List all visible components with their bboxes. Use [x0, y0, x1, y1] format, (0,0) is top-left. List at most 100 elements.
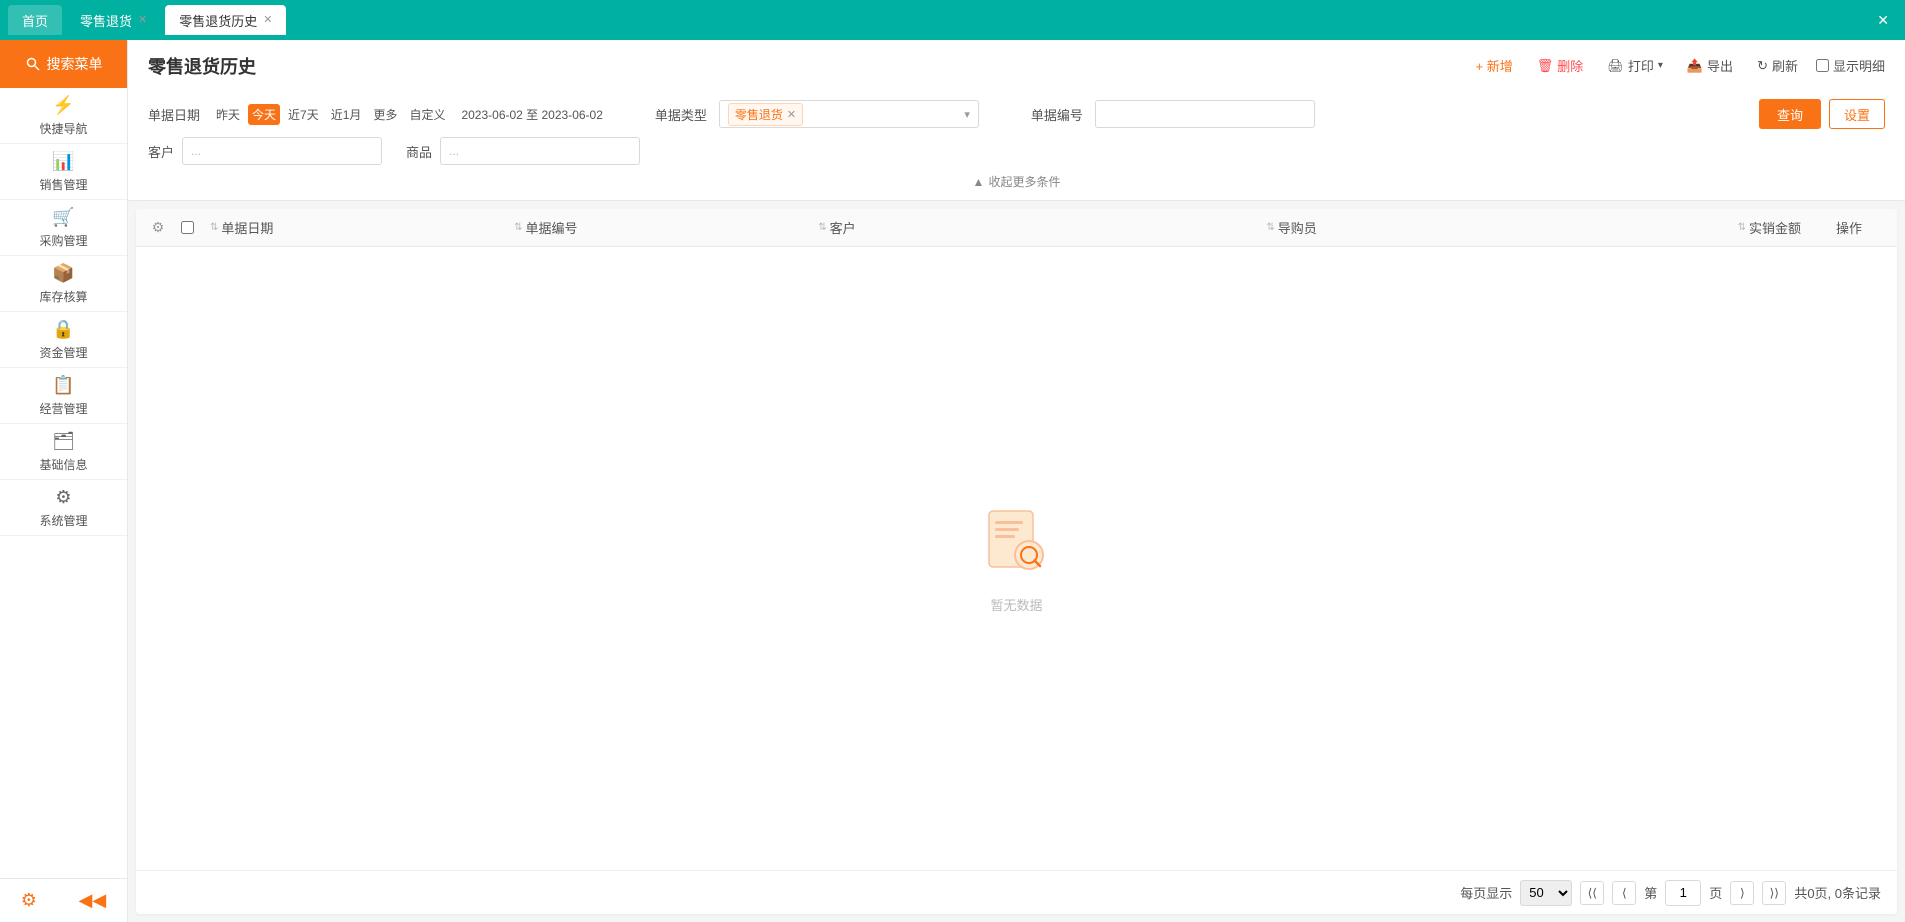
- show-detail-input[interactable]: [1816, 59, 1829, 72]
- col-header-amount[interactable]: ⇅ 实销金额: [1563, 218, 1809, 237]
- page-header-top: 零售退货历史 + 新增 🗑 删除 🖨 打印 ▾ 📤: [148, 52, 1885, 79]
- sidebar-item-operations[interactable]: 📋 经营管理: [0, 368, 127, 424]
- col-docno-sort-icon: ⇅: [514, 222, 522, 233]
- sidebar-item-basic-info[interactable]: 🗂 基础信息: [0, 424, 127, 480]
- empty-state-icon: [977, 503, 1057, 583]
- empty-state: 暂无数据: [136, 247, 1897, 870]
- doc-type-dropdown-icon: ▾: [964, 108, 970, 121]
- col-header-doc-no[interactable]: ⇅ 单据编号: [506, 218, 810, 237]
- quick-nav-icon: ⚡: [52, 95, 74, 116]
- show-detail-checkbox[interactable]: 显示明细: [1816, 56, 1885, 75]
- select-all-input[interactable]: [181, 221, 194, 234]
- sidebar-search-label: 搜索菜单: [47, 54, 103, 74]
- delete-button[interactable]: 🗑 删除: [1531, 52, 1590, 79]
- date-btn-more[interactable]: 更多: [369, 104, 401, 125]
- sidebar-item-finance-label: 资金管理: [39, 344, 87, 361]
- inventory-icon: 📦: [52, 263, 74, 284]
- tab-retail-return[interactable]: 零售退货 ✕: [66, 5, 161, 35]
- col-header-customer[interactable]: ⇅ 客户: [810, 218, 1258, 237]
- date-btn-7days[interactable]: 近7天: [284, 104, 323, 125]
- sidebar-settings-btn[interactable]: ⚙: [21, 890, 37, 911]
- next-page-button[interactable]: ⟩: [1730, 881, 1754, 905]
- header-actions: + 新增 🗑 删除 🖨 打印 ▾ 📤 导出: [1470, 52, 1885, 79]
- sidebar-item-system[interactable]: ⚙ 系统管理: [0, 480, 127, 536]
- customer-input[interactable]: ...: [182, 137, 382, 165]
- sidebar-item-inventory-label: 库存核算: [39, 288, 87, 305]
- print-button[interactable]: 🖨 打印 ▾: [1601, 52, 1669, 79]
- sidebar-item-basic-info-label: 基础信息: [39, 456, 87, 473]
- page-label: 第: [1644, 883, 1657, 902]
- sidebar-item-purchase[interactable]: 🛒 采购管理: [0, 200, 127, 256]
- prev-page-button[interactable]: ⟨: [1612, 881, 1636, 905]
- page-title: 零售退货历史: [148, 53, 256, 79]
- page-number-input[interactable]: 1: [1665, 880, 1701, 906]
- col-header-doc-date[interactable]: ⇅ 单据日期: [202, 218, 506, 237]
- last-page-button[interactable]: ⟩⟩: [1762, 881, 1786, 905]
- refresh-button[interactable]: ↻ 刷新: [1751, 52, 1804, 79]
- refresh-button-label: 刷新: [1772, 56, 1798, 75]
- collapse-icon: ▲: [973, 175, 985, 189]
- doc-type-label: 单据类型: [655, 105, 707, 124]
- sidebar-footer: ⚙ ◀◀: [0, 878, 127, 922]
- column-settings-button[interactable]: ⚙: [144, 219, 172, 236]
- new-button-label: + 新增: [1476, 56, 1513, 75]
- window-close-button[interactable]: ✕: [1869, 12, 1897, 29]
- collapse-label: 收起更多条件: [988, 173, 1060, 190]
- operations-icon: 📋: [52, 375, 74, 396]
- doc-type-tag-close[interactable]: ✕: [787, 108, 796, 121]
- tab-retail-return-history[interactable]: 零售退货历史 ✕: [165, 5, 286, 35]
- sidebar-item-quick-nav[interactable]: ⚡ 快捷导航: [0, 88, 127, 144]
- sidebar-item-inventory[interactable]: 📦 库存核算: [0, 256, 127, 312]
- select-all-checkbox[interactable]: [172, 221, 202, 234]
- top-bar: 首页 零售退货 ✕ 零售退货历史 ✕ ✕: [0, 0, 1905, 40]
- delete-icon: 🗑: [1537, 58, 1554, 74]
- doc-no-input[interactable]: [1095, 100, 1315, 128]
- total-records-label: 共0页, 0条记录: [1794, 883, 1881, 902]
- export-button[interactable]: 📤 导出: [1681, 52, 1739, 79]
- date-btn-today[interactable]: 今天: [248, 104, 280, 125]
- goods-input[interactable]: ...: [440, 137, 640, 165]
- sidebar-item-sales-label: 销售管理: [39, 176, 87, 193]
- per-page-select[interactable]: 10 20 50 100: [1520, 880, 1572, 906]
- sales-icon: 📊: [52, 151, 74, 172]
- date-filter-buttons: 昨天 今天 近7天 近1月 更多 自定义: [212, 104, 449, 125]
- doc-type-tag: 零售退货 ✕: [728, 103, 803, 126]
- goods-placeholder: ...: [449, 144, 459, 158]
- filter-settings-button[interactable]: 设置: [1829, 99, 1885, 129]
- filter-row-1: 单据日期 昨天 今天 近7天 近1月 更多 自定义 2023-06-02 至 2…: [148, 99, 1885, 129]
- tab-home[interactable]: 首页: [8, 5, 62, 35]
- doc-type-select[interactable]: 零售退货 ✕ ▾: [719, 100, 979, 128]
- date-btn-yesterday[interactable]: 昨天: [212, 104, 244, 125]
- query-button[interactable]: 查询: [1759, 99, 1821, 129]
- new-button[interactable]: + 新增: [1470, 52, 1519, 79]
- customer-field: 客户 ...: [148, 137, 382, 165]
- sidebar-item-finance[interactable]: 🔒 资金管理: [0, 312, 127, 368]
- collapse-button[interactable]: ▲ 收起更多条件: [973, 173, 1061, 190]
- print-dropdown-icon: ▾: [1658, 60, 1663, 71]
- filter-date-range: 2023-06-02 至 2023-06-02: [461, 106, 602, 123]
- first-page-button[interactable]: ⟨⟨: [1580, 881, 1604, 905]
- sidebar-item-operations-label: 经营管理: [39, 400, 87, 417]
- doc-no-label: 单据编号: [1031, 105, 1083, 124]
- tab-retail-return-history-close[interactable]: ✕: [263, 15, 272, 26]
- sidebar-audio-btn[interactable]: ◀◀: [79, 890, 107, 911]
- col-date-sort-icon: ⇅: [210, 222, 218, 233]
- filter-area: 单据日期 昨天 今天 近7天 近1月 更多 自定义 2023-06-02 至 2…: [148, 91, 1885, 200]
- sidebar-search[interactable]: 搜索菜单: [0, 40, 127, 88]
- sidebar-item-sales[interactable]: 📊 销售管理: [0, 144, 127, 200]
- date-btn-custom[interactable]: 自定义: [405, 104, 449, 125]
- col-amount-sort-icon: ⇅: [1738, 222, 1746, 233]
- finance-icon: 🔒: [52, 319, 74, 340]
- tab-home-label: 首页: [22, 11, 48, 30]
- customer-label: 客户: [148, 142, 174, 161]
- print-button-label: 打印: [1628, 56, 1654, 75]
- export-button-label: 导出: [1707, 56, 1733, 75]
- delete-button-label: 删除: [1557, 56, 1583, 75]
- col-docno-label: 单据编号: [526, 218, 578, 237]
- col-header-guide[interactable]: ⇅ 导购员: [1258, 218, 1562, 237]
- basic-info-icon: 🗂: [52, 431, 75, 452]
- tab-retail-return-close[interactable]: ✕: [138, 15, 147, 26]
- date-btn-1month[interactable]: 近1月: [327, 104, 366, 125]
- col-date-label: 单据日期: [221, 218, 273, 237]
- col-amount-label: 实销金额: [1749, 218, 1801, 237]
